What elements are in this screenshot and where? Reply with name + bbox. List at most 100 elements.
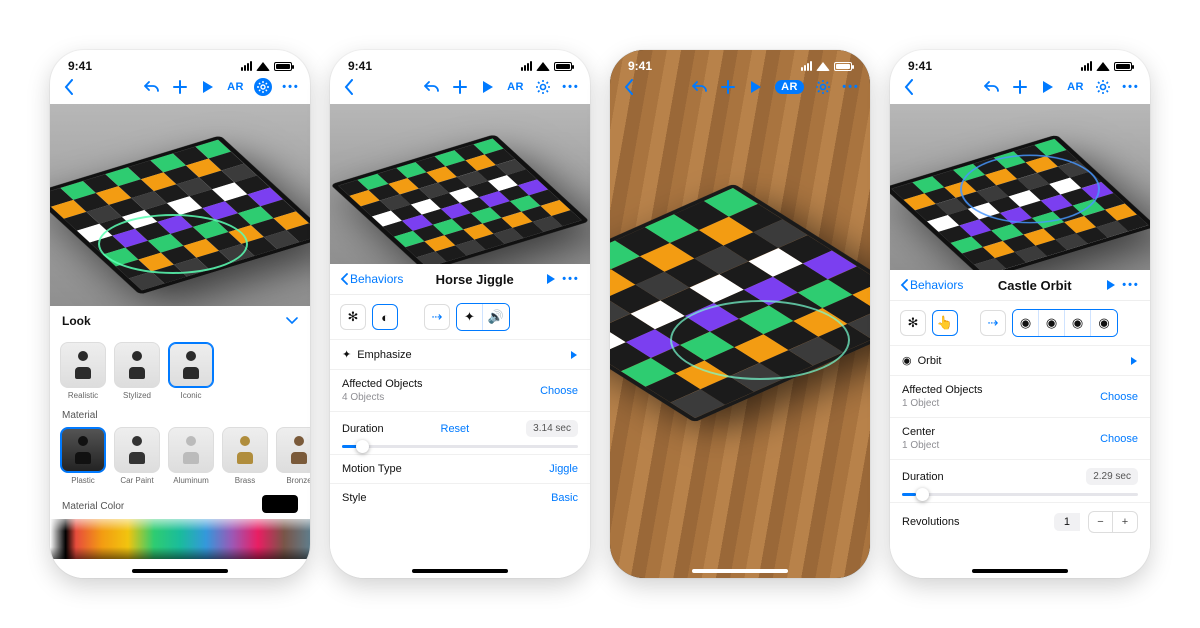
motion-type-row[interactable]: Motion Type Jiggle [330, 454, 590, 483]
emphasize-icon: ✦ [342, 348, 351, 361]
toolbar: AR ••• [50, 74, 310, 104]
gear-icon[interactable] [254, 78, 272, 96]
add-icon[interactable] [1011, 78, 1029, 96]
play-icon[interactable] [1039, 78, 1057, 96]
gear-icon[interactable] [1094, 78, 1112, 96]
action-row[interactable]: ✦Emphasize [330, 339, 590, 369]
duration-value[interactable]: 2.29 sec [1086, 468, 1138, 485]
material-color-swatch[interactable] [262, 495, 298, 513]
affected-objects-row[interactable]: Affected Objects4 Objects Choose [330, 369, 590, 411]
play-icon[interactable] [199, 78, 217, 96]
material-bronze[interactable]: Bronze [276, 427, 310, 485]
behaviors-back[interactable]: Behaviors [900, 278, 963, 292]
material-row: Plastic Car Paint Aluminum Brass Bronze … [50, 421, 310, 491]
status-bar: 9:41 [330, 50, 590, 74]
behaviors-back[interactable]: Behaviors [340, 272, 403, 286]
trigger-action-row: ✻ 👆 ⇢ ◉ ◉ ◉ ◉ [890, 301, 1150, 345]
duration-slider[interactable] [902, 493, 1138, 496]
action-orbit-icon[interactable]: ◉ [1091, 310, 1117, 336]
link-icon[interactable]: ⇢ [424, 304, 450, 330]
back-icon[interactable] [900, 78, 918, 96]
3d-viewport[interactable] [330, 104, 590, 264]
color-picker-strip[interactable] [50, 519, 310, 559]
status-bar: 9:41 [890, 50, 1150, 74]
material-label: Material [50, 406, 310, 421]
gear-icon[interactable] [534, 78, 552, 96]
add-icon[interactable] [451, 78, 469, 96]
undo-icon[interactable] [143, 78, 161, 96]
more-icon[interactable]: ••• [1122, 276, 1140, 294]
play-icon[interactable] [479, 78, 497, 96]
look-style-stylized[interactable]: Stylized [114, 342, 160, 400]
undo-icon[interactable] [691, 78, 709, 96]
orbit-icon: ◉ [902, 354, 912, 367]
material-brass[interactable]: Brass [222, 427, 268, 485]
back-icon[interactable] [340, 78, 358, 96]
behavior-panel: Behaviors Castle Orbit ••• ✻ 👆 ⇢ ◉ ◉ ◉ ◉… [890, 270, 1150, 578]
back-icon[interactable] [60, 78, 78, 96]
behavior-panel: Behaviors Horse Jiggle ••• ✻ ◐ ⇢ ✦ 🔊 ✦Em… [330, 264, 590, 578]
reset-button[interactable]: Reset [441, 423, 470, 435]
duration-slider[interactable] [342, 445, 578, 448]
toolbar: AR ••• [890, 74, 1150, 104]
home-indicator [412, 569, 508, 573]
revolutions-stepper[interactable]: 1 −+ [1054, 511, 1138, 533]
ar-button[interactable]: AR [227, 81, 244, 93]
back-icon[interactable] [620, 78, 638, 96]
look-style-realistic[interactable]: Realistic [60, 342, 106, 400]
trigger-tap-icon[interactable]: 👆 [932, 310, 958, 336]
ar-button[interactable]: AR [1067, 81, 1084, 93]
ar-button-active[interactable]: AR [775, 80, 804, 94]
duration-row: Duration Reset 3.14 sec [330, 411, 590, 445]
3d-viewport[interactable] [50, 104, 310, 306]
material-carpaint[interactable]: Car Paint [114, 427, 160, 485]
ar-button[interactable]: AR [507, 81, 524, 93]
play-icon[interactable] [747, 78, 765, 96]
ar-viewport[interactable] [610, 50, 870, 578]
status-time: 9:41 [348, 59, 372, 73]
more-icon[interactable]: ••• [842, 78, 860, 96]
trigger-start-icon[interactable]: ✻ [900, 310, 926, 336]
add-icon[interactable] [171, 78, 189, 96]
stepper-plus[interactable]: + [1113, 512, 1137, 532]
home-indicator [972, 569, 1068, 573]
play-behavior-icon[interactable] [546, 273, 556, 285]
battery-icon [274, 62, 292, 71]
action-orbit-icon[interactable]: ◉ [1013, 310, 1039, 336]
more-icon[interactable]: ••• [1122, 78, 1140, 96]
add-icon[interactable] [719, 78, 737, 96]
undo-icon[interactable] [423, 78, 441, 96]
center-row[interactable]: Center1 Object Choose [890, 417, 1150, 459]
stepper-minus[interactable]: − [1089, 512, 1113, 532]
action-sound-icon[interactable]: 🔊 [483, 304, 509, 330]
action-emphasize-icon[interactable]: ✦ [457, 304, 483, 330]
look-panel: Look Realistic Stylized Iconic Material … [50, 306, 310, 578]
style-row[interactable]: Style Basic [330, 483, 590, 512]
trigger-tap-icon[interactable]: ◐ [372, 304, 398, 330]
material-plastic[interactable]: Plastic [60, 427, 106, 485]
material-aluminum[interactable]: Aluminum [168, 427, 214, 485]
3d-viewport[interactable] [890, 104, 1150, 270]
play-behavior-icon[interactable] [1106, 279, 1116, 291]
phone-screenshot-4: 9:41 AR ••• Behaviors Castle Orbit ••• ✻… [890, 50, 1150, 578]
affected-objects-row[interactable]: Affected Objects1 Object Choose [890, 375, 1150, 417]
trigger-start-icon[interactable]: ✻ [340, 304, 366, 330]
action-orbit-icon[interactable]: ◉ [1065, 310, 1091, 336]
link-icon[interactable]: ⇢ [980, 310, 1006, 336]
look-style-iconic[interactable]: Iconic [168, 342, 214, 400]
play-action-icon[interactable] [570, 350, 578, 360]
play-action-icon[interactable] [1130, 356, 1138, 366]
more-icon[interactable]: ••• [282, 78, 300, 96]
gear-icon[interactable] [814, 78, 832, 96]
undo-icon[interactable] [983, 78, 1001, 96]
cellular-icon [241, 61, 252, 71]
more-icon[interactable]: ••• [562, 78, 580, 96]
phone-screenshot-3: 9:41 AR ••• [610, 50, 870, 578]
wifi-icon [256, 62, 270, 71]
chevron-down-icon[interactable] [286, 317, 298, 325]
action-orbit-icon[interactable]: ◉ [1039, 310, 1065, 336]
trigger-action-row: ✻ ◐ ⇢ ✦ 🔊 [330, 295, 590, 339]
more-icon[interactable]: ••• [562, 270, 580, 288]
action-row[interactable]: ◉Orbit [890, 345, 1150, 375]
duration-value[interactable]: 3.14 sec [526, 420, 578, 437]
